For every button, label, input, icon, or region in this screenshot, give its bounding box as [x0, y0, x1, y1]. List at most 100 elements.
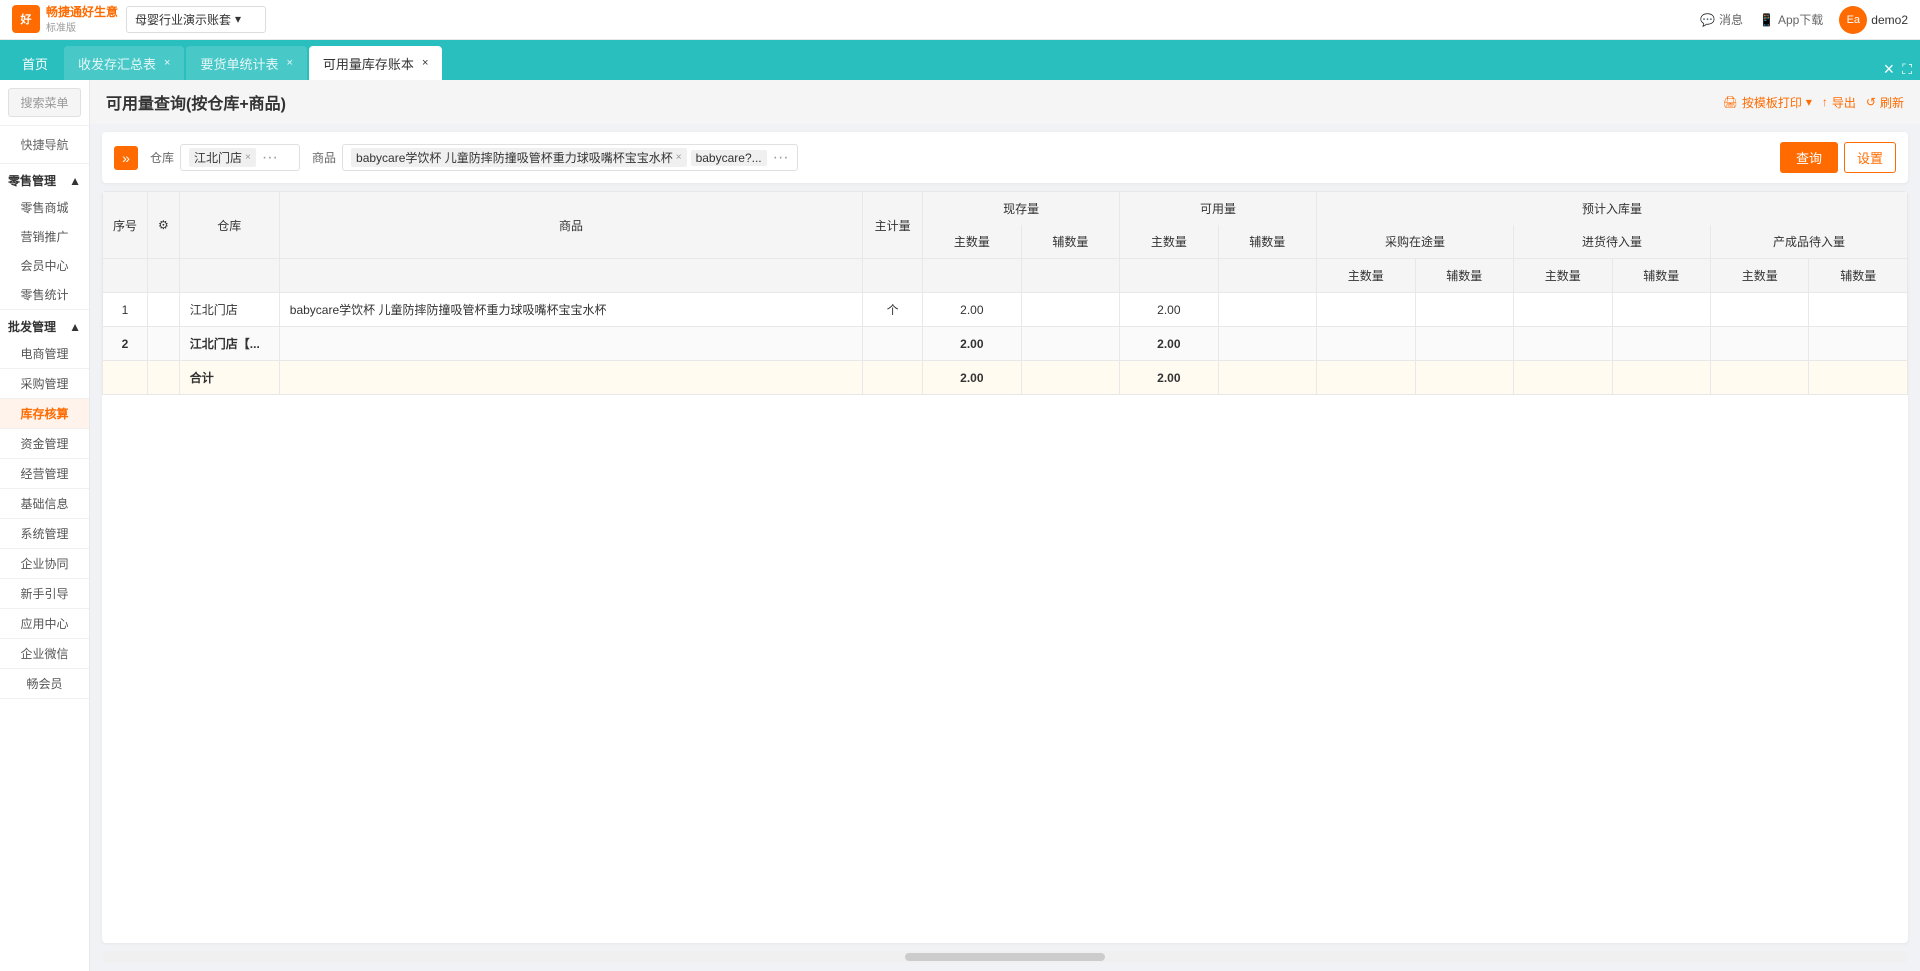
sidebar-item-finance[interactable]: 资金管理: [0, 429, 89, 458]
table-row: 1 江北门店 babycare学饮杯 儿童防摔防撞吸管杯重力球吸嘴杯宝宝水杯 个…: [103, 293, 1908, 327]
sidebar-section-member: 畅会员: [0, 669, 89, 699]
cell-warehouse-1: 江北门店: [179, 293, 279, 327]
warehouse-tag-remove[interactable]: ×: [245, 152, 251, 163]
product-filter-label: 商品: [312, 149, 336, 166]
th-empty-am: [1120, 259, 1218, 293]
page-title: 可用量查询(按仓库+商品): [106, 90, 286, 114]
tab-receivable-close[interactable]: ×: [164, 57, 170, 69]
th-current-stock: 现存量: [923, 192, 1120, 226]
sidebar-section-inventory: 库存核算: [0, 399, 89, 429]
filter-expand-button[interactable]: »: [114, 146, 138, 170]
sidebar-section-system: 系统管理: [0, 519, 89, 549]
sidebar-item-purchase[interactable]: 采购管理: [0, 369, 89, 398]
cell-inc-main-2: [1514, 327, 1612, 361]
product-tag-1-value: babycare学饮杯 儿童防摔防撞吸管杯重力球吸嘴杯宝宝水杯: [356, 149, 673, 166]
sidebar-section-retail-header[interactable]: 零售管理 ▲: [0, 164, 89, 193]
nav-close-icon[interactable]: ×: [1884, 59, 1895, 80]
settings-button[interactable]: 设置: [1844, 142, 1896, 173]
cell-pur-main-1: [1317, 293, 1415, 327]
scrollbar-thumb[interactable]: [905, 953, 1105, 961]
th-pur-aux: 辅数量: [1415, 259, 1513, 293]
th-production-pending: 产成品待入量: [1710, 225, 1907, 259]
th-pur-main: 主数量: [1317, 259, 1415, 293]
sidebar-section-wholesale-header[interactable]: 批发管理 ▲: [0, 310, 89, 339]
sidebar-item-member-center[interactable]: 会员中心: [0, 251, 89, 280]
cell-warehouse-2: 江北门店【...: [179, 327, 279, 361]
user-profile[interactable]: Ea demo2: [1839, 6, 1908, 34]
th-empty-sa: [1021, 259, 1119, 293]
cell-product-1: babycare学饮杯 儿童防摔防撞吸管杯重力球吸嘴杯宝宝水杯: [279, 293, 862, 327]
tab-order-stats[interactable]: 要货单统计表 ×: [186, 46, 306, 80]
th-empty-unit: [863, 259, 923, 293]
cell-avail-aux-2: [1218, 327, 1316, 361]
warehouse-filter-label: 仓库: [150, 149, 174, 166]
th-prod-aux: 辅数量: [1809, 259, 1908, 293]
product-filter-input[interactable]: babycare学饮杯 儿童防摔防撞吸管杯重力球吸嘴杯宝宝水杯 × babyca…: [342, 144, 798, 171]
th-warehouse: 仓库: [179, 192, 279, 259]
cell-prod-main-2: [1710, 327, 1808, 361]
sidebar-item-enterprise[interactable]: 企业协同: [0, 549, 89, 578]
export-button[interactable]: ↑ 导出: [1822, 94, 1856, 111]
refresh-button[interactable]: ↺ 刷新: [1866, 94, 1904, 111]
logo-text-block: 畅捷通好生意 标准版: [46, 5, 118, 34]
tab-available-stock-close[interactable]: ×: [422, 57, 428, 69]
th-empty-settings: [148, 259, 180, 293]
sidebar-item-wechat[interactable]: 企业微信: [0, 639, 89, 668]
sidebar-item-retail-store[interactable]: 零售商城: [0, 193, 89, 222]
logo-sub: 标准版: [46, 19, 118, 34]
total-inc-main: [1514, 361, 1612, 395]
cell-stock-aux-2: [1021, 327, 1119, 361]
template-print-button[interactable]: 🖨 按模板打印 ▾: [1723, 94, 1812, 111]
sidebar-item-system[interactable]: 系统管理: [0, 519, 89, 548]
horizontal-scrollbar[interactable]: [102, 951, 1908, 963]
sidebar-item-basic[interactable]: 基础信息: [0, 489, 89, 518]
cell-inc-main-1: [1514, 293, 1612, 327]
sidebar-search-button[interactable]: 搜索菜单: [8, 88, 81, 117]
cell-no-2: 2: [103, 327, 148, 361]
sidebar-item-quick-nav[interactable]: 快捷导航: [0, 130, 89, 159]
cell-avail-aux-1: [1218, 293, 1316, 327]
product-tag-1-remove[interactable]: ×: [676, 152, 682, 163]
product-more-icon[interactable]: ···: [773, 149, 789, 167]
tab-receivable[interactable]: 收发存汇总表 ×: [64, 46, 184, 80]
cell-settings-2: [148, 327, 180, 361]
warehouse-filter-input[interactable]: 江北门店 × ···: [180, 144, 300, 171]
tab-available-stock[interactable]: 可用量库存账本 ×: [309, 46, 442, 80]
sidebar-item-retail-stats[interactable]: 零售统计: [0, 280, 89, 309]
total-stock-aux: [1021, 361, 1119, 395]
sidebar-section-wholesale-label: 批发管理: [8, 318, 56, 335]
warehouse-more-icon[interactable]: ···: [262, 149, 278, 167]
nav-expand-icon[interactable]: ⛶: [1902, 61, 1912, 78]
total-empty-1: [103, 361, 148, 395]
app-download-action[interactable]: 📱 App下载: [1759, 11, 1823, 28]
sidebar-item-operation[interactable]: 经营管理: [0, 459, 89, 488]
sidebar-item-marketing[interactable]: 营销推广: [0, 222, 89, 251]
query-button[interactable]: 查询: [1780, 142, 1838, 173]
sidebar-item-appstore[interactable]: 应用中心: [0, 609, 89, 638]
industry-selector[interactable]: 母婴行业演示账套 ▾: [126, 6, 266, 33]
total-avail-main: 2.00: [1120, 361, 1218, 395]
tab-order-stats-close[interactable]: ×: [286, 57, 292, 69]
th-avail-aux: 辅数量: [1218, 225, 1316, 259]
sidebar-item-newuser[interactable]: 新手引导: [0, 579, 89, 608]
th-settings[interactable]: ⚙: [148, 192, 180, 259]
total-prod-aux: [1809, 361, 1908, 395]
sidebar-item-ecommerce[interactable]: 电商管理: [0, 339, 89, 368]
th-prod-main: 主数量: [1710, 259, 1808, 293]
tab-home-label: 首页: [22, 54, 48, 73]
message-action[interactable]: 💬 消息: [1700, 11, 1743, 28]
nav-tabs: 首页 收发存汇总表 × 要货单统计表 × 可用量库存账本 × × ⛶: [0, 40, 1920, 80]
filter-actions: 查询 设置: [1780, 142, 1896, 173]
top-bar-right: 💬 消息 📱 App下载 Ea demo2: [1700, 6, 1908, 34]
sidebar-item-inventory[interactable]: 库存核算: [0, 399, 89, 428]
sidebar-item-member[interactable]: 畅会员: [0, 669, 89, 698]
total-inc-aux: [1612, 361, 1710, 395]
cell-settings-1: [148, 293, 180, 327]
refresh-label: 刷新: [1880, 94, 1904, 111]
tab-home[interactable]: 首页: [8, 46, 62, 80]
data-table: 序号 ⚙ 仓库 商品 主计量 现存量 可用量 预计入库量 主数量 辅数量 主数量…: [102, 191, 1908, 395]
th-planned-in: 预计入库量: [1317, 192, 1908, 226]
th-empty-sm: [923, 259, 1021, 293]
sidebar-section-basic: 基础信息: [0, 489, 89, 519]
table-row: 2 江北门店【... 2.00 2.00: [103, 327, 1908, 361]
